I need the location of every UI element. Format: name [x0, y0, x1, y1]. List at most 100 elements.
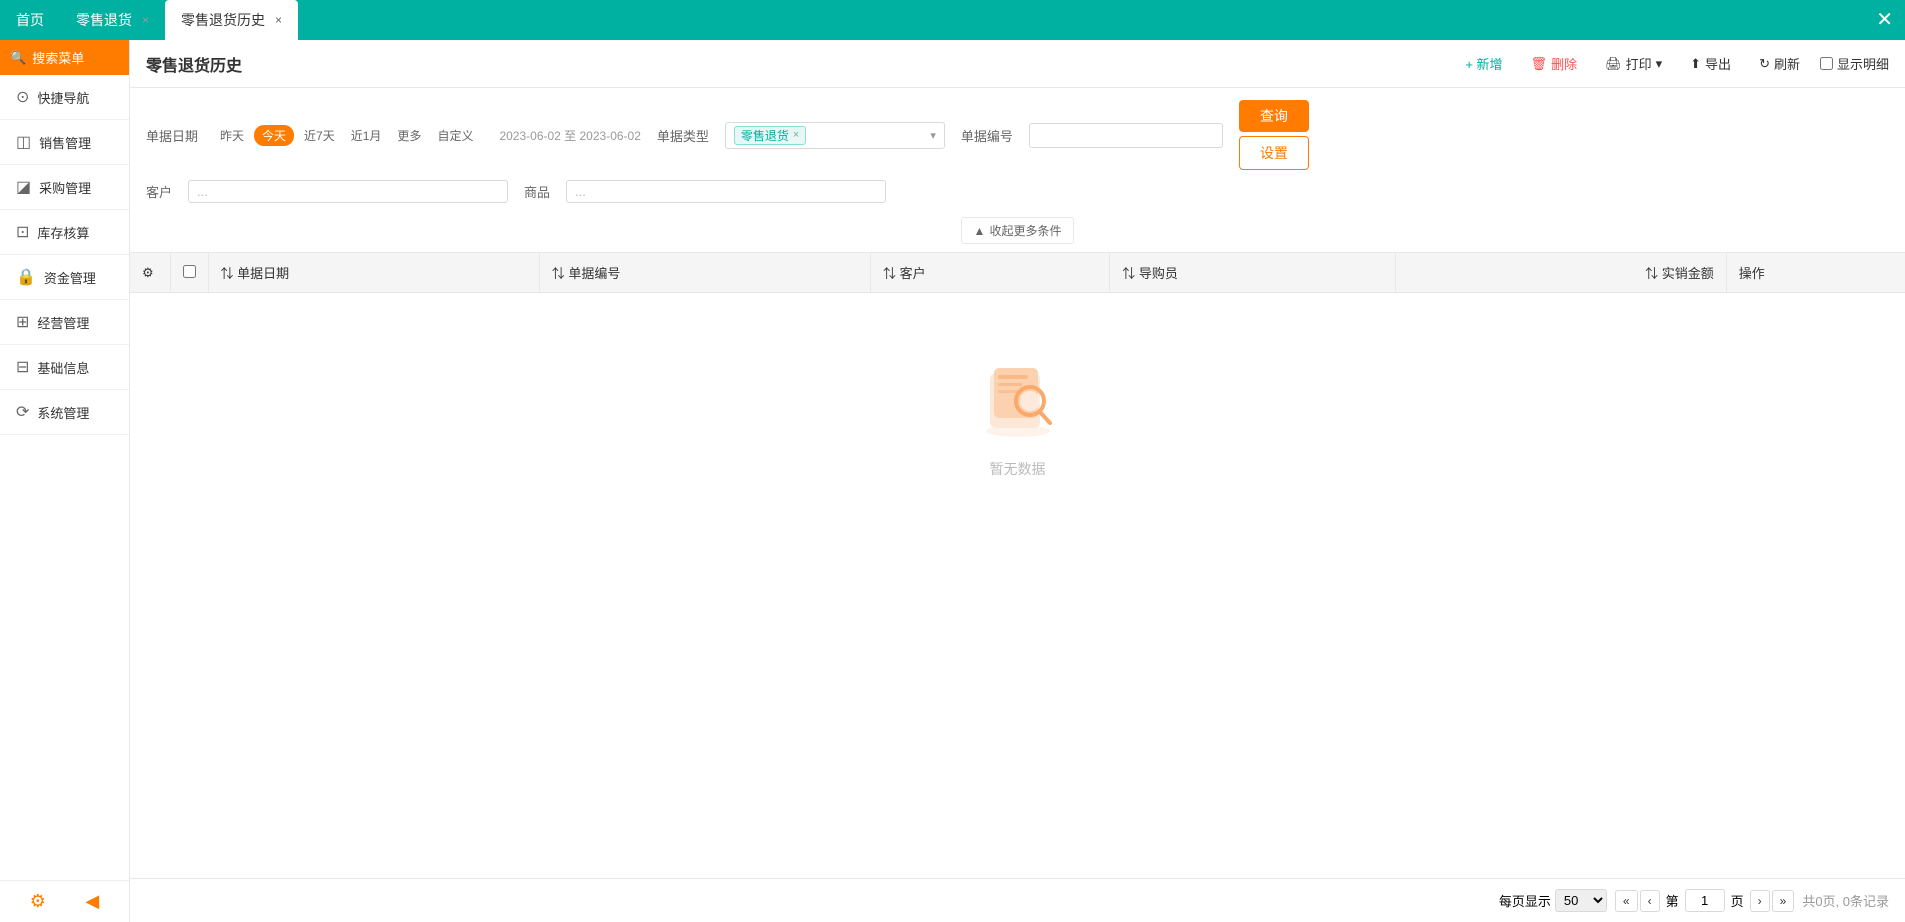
first-page-button[interactable]: «	[1615, 890, 1638, 912]
refresh-icon: ↻	[1759, 56, 1770, 72]
sidebar-item-quick-nav[interactable]: ⊙ 快捷导航	[0, 75, 129, 120]
th-checkbox[interactable]	[170, 253, 208, 293]
new-button[interactable]: + 新增	[1457, 50, 1510, 77]
th-settings[interactable]: ⚙	[130, 253, 170, 293]
date-btn-yesterday[interactable]: 昨天	[214, 125, 250, 146]
page-number-input[interactable]	[1685, 889, 1725, 912]
tab-list: 首页 零售退货 × 零售退货历史 ×	[0, 0, 1905, 40]
sidebar-item-system-mgmt[interactable]: ⟳ 系统管理	[0, 390, 129, 435]
sidebar-item-basic-info[interactable]: ⊟ 基础信息	[0, 345, 129, 390]
next-page-button[interactable]: ›	[1750, 890, 1770, 912]
date-btn-more[interactable]: 更多	[391, 125, 427, 146]
sidebar: 🔍 搜索菜单 ⊙ 快捷导航 ◫ 销售管理 ◪ 采购管理 ⊡ 库存核算 🔒 资金管…	[0, 40, 130, 922]
sales-mgmt-icon: ◫	[16, 132, 31, 152]
sidebar-item-purchase-mgmt-label: 采购管理	[39, 178, 91, 197]
sidebar-item-quick-nav-label: 快捷导航	[37, 88, 89, 107]
sidebar-item-sales-mgmt[interactable]: ◫ 销售管理	[0, 120, 129, 165]
th-actions: 操作	[1726, 253, 1905, 293]
query-settings-group: 查询 设置	[1239, 100, 1309, 170]
search-icon: 🔍	[10, 50, 26, 66]
export-button[interactable]: ⬆ 导出	[1682, 50, 1739, 77]
filter-area: 单据日期 昨天 今天 近7天 近1月 更多 自定义 2023-06-02 至 2…	[130, 88, 1905, 253]
tab-home-label: 首页	[16, 10, 44, 30]
sidebar-item-operations[interactable]: ⊞ 经营管理	[0, 300, 129, 345]
th-actions-label: 操作	[1739, 266, 1765, 281]
page-unit: 页	[1731, 891, 1744, 910]
tab-retail-return-history-label: 零售退货历史	[181, 10, 265, 30]
select-all-checkbox[interactable]	[183, 265, 196, 278]
voucher-type-label: 单据类型	[657, 126, 709, 145]
show-detail-checkbox-label[interactable]: 显示明细	[1820, 54, 1889, 73]
sidebar-item-finance-label: 资金管理	[44, 268, 96, 287]
tab-retail-return-close[interactable]: ×	[142, 13, 149, 27]
tab-home[interactable]: 首页	[0, 0, 60, 40]
th-voucher-date[interactable]: ⇅ 单据日期	[208, 253, 539, 293]
empty-state-cell: 暂无数据	[130, 293, 1905, 540]
tab-retail-return-label: 零售退货	[76, 10, 132, 30]
table-container: ⚙ ⇅ 单据日期 ⇅ 单据编号 ⇅ 客户	[130, 253, 1905, 878]
quick-nav-icon: ⊙	[16, 87, 29, 107]
customer-placeholder: ...	[197, 184, 208, 199]
goods-filter-label: 商品	[524, 182, 550, 201]
last-page-button[interactable]: »	[1772, 890, 1795, 912]
date-range-display: 2023-06-02 至 2023-06-02	[499, 127, 640, 144]
voucher-type-tag-text: 零售退货	[741, 127, 789, 144]
data-table: ⚙ ⇅ 单据日期 ⇅ 单据编号 ⇅ 客户	[130, 253, 1905, 539]
collapse-label: 收起更多条件	[989, 222, 1061, 239]
th-customer[interactable]: ⇅ 客户	[871, 253, 1110, 293]
query-button[interactable]: 查询	[1239, 100, 1309, 132]
date-btn-1month[interactable]: 近1月	[345, 125, 388, 146]
settings-icon[interactable]: ⚙	[30, 891, 46, 912]
filter-settings-button[interactable]: 设置	[1239, 136, 1309, 170]
page-header: 零售退货历史 + 新增 🗑 删除 🖨 打印 ▾ ⬆ 导出 ↻	[130, 40, 1905, 88]
sidebar-item-finance[interactable]: 🔒 资金管理	[0, 255, 129, 300]
customer-select[interactable]: ...	[188, 180, 508, 203]
th-actual-amount-label: ⇅ 实销金额	[1645, 266, 1714, 281]
customer-filter-label: 客户	[146, 182, 172, 201]
page-nav: « ‹ 第 页 › »	[1615, 889, 1794, 912]
collapse-sidebar-icon[interactable]: ◀	[85, 891, 99, 912]
tab-retail-return-history[interactable]: 零售退货历史 ×	[165, 0, 298, 40]
tab-retail-return-history-close[interactable]: ×	[275, 13, 282, 27]
sidebar-bottom: ⚙ ◀	[0, 880, 129, 922]
sidebar-search[interactable]: 🔍 搜索菜单	[0, 40, 129, 75]
print-button[interactable]: 🖨 打印 ▾	[1597, 50, 1670, 77]
th-voucher-no[interactable]: ⇅ 单据编号	[539, 253, 870, 293]
show-detail-checkbox[interactable]	[1820, 57, 1833, 70]
goods-placeholder: ...	[575, 184, 586, 199]
page-size-select: 每页显示 10 20 50 100	[1499, 889, 1607, 912]
column-settings-icon[interactable]: ⚙	[142, 265, 154, 280]
print-caret-icon: ▾	[1656, 56, 1663, 72]
delete-button[interactable]: 🗑 删除	[1523, 50, 1586, 77]
date-btn-7days[interactable]: 近7天	[298, 125, 341, 146]
per-page-dropdown[interactable]: 10 20 50 100	[1555, 889, 1607, 912]
date-btn-today[interactable]: 今天	[254, 125, 294, 146]
collapse-button[interactable]: ▲ 收起更多条件	[961, 217, 1075, 244]
finance-icon: 🔒	[16, 267, 36, 287]
window-close-icon[interactable]: ✕	[1876, 10, 1893, 30]
th-voucher-no-label: ⇅ 单据编号	[552, 266, 621, 281]
voucher-type-select[interactable]: 零售退货 × ▾	[725, 122, 945, 149]
filter-row-1: 单据日期 昨天 今天 近7天 近1月 更多 自定义 2023-06-02 至 2…	[146, 100, 1889, 170]
prev-page-button[interactable]: ‹	[1640, 890, 1660, 912]
th-guide[interactable]: ⇅ 导购员	[1110, 253, 1395, 293]
main-layout: 🔍 搜索菜单 ⊙ 快捷导航 ◫ 销售管理 ◪ 采购管理 ⊡ 库存核算 🔒 资金管…	[0, 40, 1905, 922]
date-btn-custom[interactable]: 自定义	[431, 125, 479, 146]
sidebar-item-purchase-mgmt[interactable]: ◪ 采购管理	[0, 165, 129, 210]
sidebar-item-inventory[interactable]: ⊡ 库存核算	[0, 210, 129, 255]
filter-row-2: 客户 ... 商品 ...	[146, 180, 1889, 203]
export-icon: ⬆	[1690, 56, 1701, 72]
th-actual-amount[interactable]: ⇅ 实销金额	[1395, 253, 1726, 293]
voucher-no-input[interactable]	[1029, 123, 1223, 148]
goods-select[interactable]: ...	[566, 180, 886, 203]
sidebar-item-inventory-label: 库存核算	[37, 223, 89, 242]
delete-label: 删除	[1551, 54, 1577, 73]
refresh-button[interactable]: ↻ 刷新	[1751, 50, 1808, 77]
voucher-type-tag-close[interactable]: ×	[793, 129, 799, 141]
purchase-mgmt-icon: ◪	[16, 177, 31, 197]
date-shortcuts: 昨天 今天 近7天 近1月 更多 自定义	[214, 125, 479, 146]
date-filter-label: 单据日期	[146, 126, 198, 145]
export-label: 导出	[1705, 54, 1731, 73]
tab-retail-return[interactable]: 零售退货 ×	[60, 0, 165, 40]
toolbar: + 新增 🗑 删除 🖨 打印 ▾ ⬆ 导出 ↻ 刷新	[1457, 50, 1889, 77]
